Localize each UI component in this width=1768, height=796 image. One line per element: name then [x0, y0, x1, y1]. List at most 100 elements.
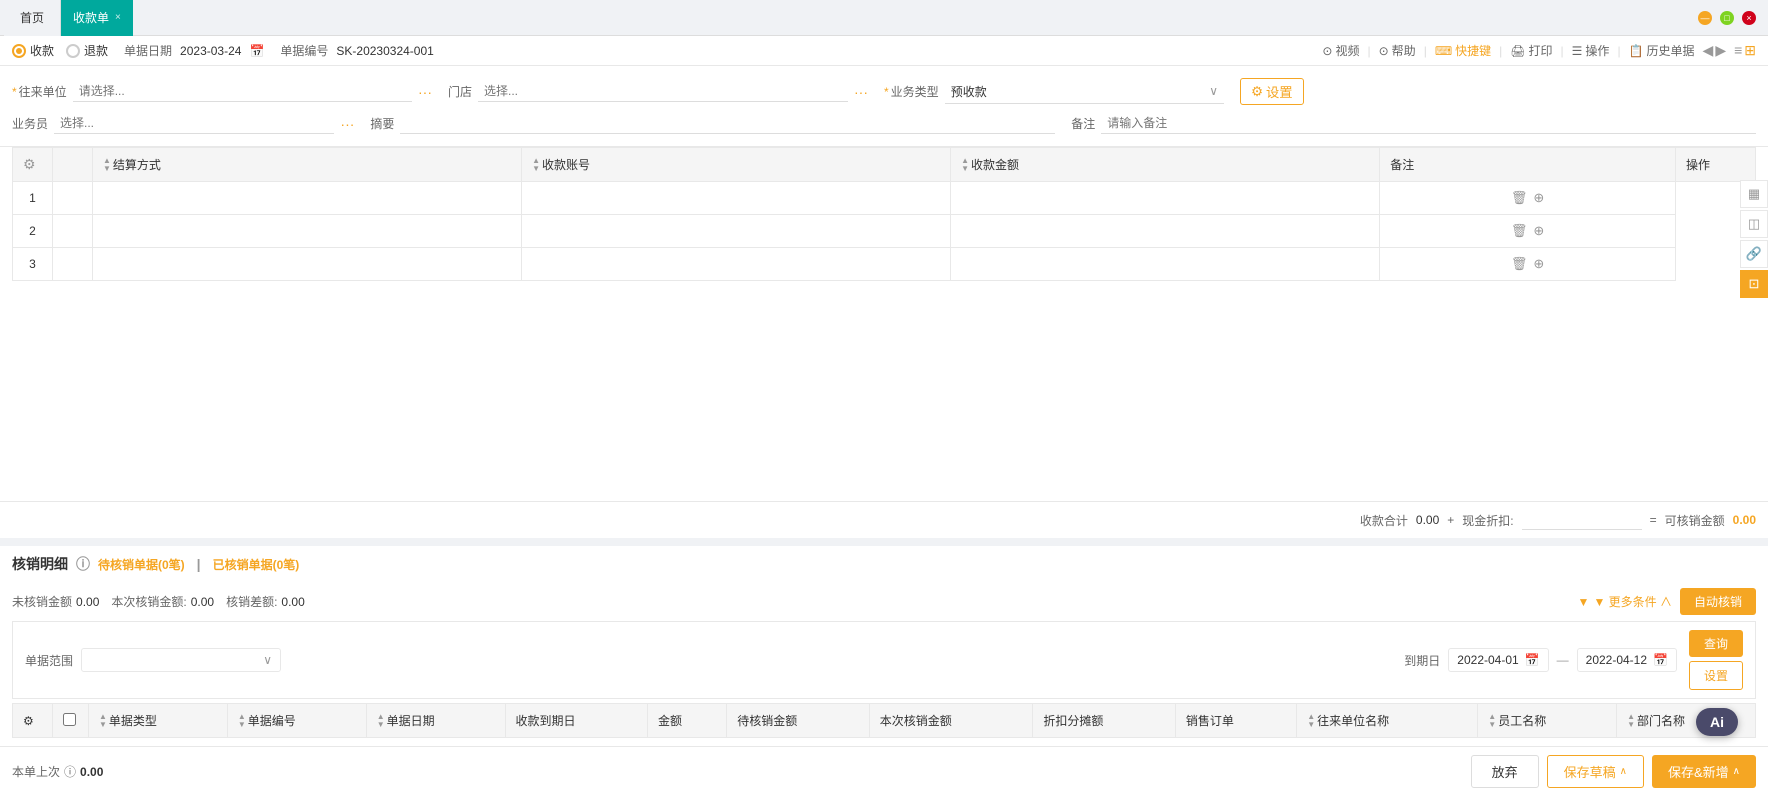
layout-list-icon[interactable]: ≡ [1734, 42, 1742, 59]
row-2-copy-icon[interactable]: ⊕ [1533, 223, 1544, 239]
discount-input[interactable] [1522, 510, 1642, 530]
row-1-amount[interactable] [522, 182, 951, 215]
row-2-settlement[interactable] [53, 215, 93, 248]
row-3-delete-icon[interactable]: 🗑 [1511, 256, 1528, 272]
main-content: 收款 退款 单据日期 2023-03-24 📅 单据编号 SK-20230324… [0, 36, 1768, 796]
table-remarks-header: 备注 [1380, 148, 1676, 182]
sort-counterpart[interactable]: ▲▼ [1307, 713, 1315, 729]
sidebar-link-icon[interactable]: 🔗 [1740, 240, 1768, 268]
detail-gear-header[interactable]: ⚙ [13, 704, 53, 738]
verify-done-tab[interactable]: 已核销单据(0笔) [213, 556, 300, 573]
row-1-remarks[interactable] [951, 182, 1380, 215]
win-close-button[interactable]: × [1742, 11, 1756, 25]
row-1-delete-icon[interactable]: 🗑 [1511, 190, 1528, 206]
row-3-settlement[interactable] [53, 248, 93, 281]
biz-type-select[interactable]: 预收款 ∨ [945, 80, 1224, 104]
select-all-checkbox[interactable] [63, 713, 76, 726]
save-draft-button[interactable]: 保存草稿 ∧ [1547, 755, 1644, 788]
detail-counterpart-header: ▲▼ 往来单位名称 [1297, 704, 1478, 738]
remarks-input[interactable] [1101, 113, 1756, 134]
counterpart-input[interactable] [73, 81, 412, 102]
table-gear-icon[interactable]: ⚙ [23, 156, 36, 172]
staff-input[interactable] [54, 113, 334, 134]
sort-arrows-settlement[interactable]: ▲▼ [103, 157, 111, 173]
date-from-input[interactable]: 2022-04-01 📅 [1448, 648, 1548, 672]
diff-value: 0.00 [281, 595, 304, 609]
form-settings-button[interactable]: ⚙ 设置 [1240, 78, 1304, 105]
store-field: 门店 ··· [448, 81, 868, 102]
verify-tabs: 待核销单据(0笔) | 已核销单据(0笔) [98, 556, 299, 573]
sort-dept[interactable]: ▲▼ [1627, 713, 1635, 729]
ops-button[interactable]: ☰ 操作 [1572, 42, 1610, 59]
print-icon: 🖨 [1510, 44, 1525, 58]
sort-arrows-amount[interactable]: ▲▼ [961, 157, 969, 173]
row-3-account[interactable] [93, 248, 522, 281]
detail-checkbox-header[interactable] [53, 704, 89, 738]
verify-settings-button[interactable]: 设置 [1689, 661, 1743, 690]
row-2-account[interactable] [93, 215, 522, 248]
table-gear-header[interactable]: ⚙ [13, 148, 53, 182]
nav-prev-icon[interactable]: ◀ [1703, 42, 1714, 59]
verify-title-row: 核销明细 ⓘ 待核销单据(0笔) | 已核销单据(0笔) [12, 554, 1756, 574]
more-conditions-button[interactable]: ▼ ▼ 更多条件 ∧ [1578, 593, 1672, 610]
sidebar-doc-icon[interactable]: ◫ [1740, 210, 1768, 238]
sort-date[interactable]: ▲▼ [377, 713, 385, 729]
counterpart-more-icon[interactable]: ··· [418, 84, 432, 100]
query-button[interactable]: 查询 [1689, 630, 1743, 657]
layout-grid-icon[interactable]: ⊞ [1744, 42, 1756, 59]
win-maximize-button[interactable]: □ [1720, 11, 1734, 25]
video-button[interactable]: ⊙ 视频 [1322, 42, 1359, 59]
date-from-calendar-icon[interactable]: 📅 [1525, 653, 1540, 667]
row-2-amount[interactable] [522, 215, 951, 248]
form-section: 往来单位 ··· 门店 ··· 业务类型 预收款 ∨ ⚙ 设置 [0, 66, 1768, 147]
sort-arrows-account[interactable]: ▲▼ [532, 157, 540, 173]
row-1-account[interactable] [93, 182, 522, 215]
ai-label: Ai [1710, 714, 1724, 730]
history-button[interactable]: 📋 历史单据 [1629, 42, 1695, 59]
plus-sign: + [1447, 513, 1454, 527]
detail-gear-icon[interactable]: ⚙ [23, 714, 34, 728]
save-new-button[interactable]: 保存&新增 ∧ [1652, 755, 1756, 788]
row-2-delete-icon[interactable]: 🗑 [1511, 223, 1528, 239]
win-minimize-button[interactable]: — [1698, 11, 1712, 25]
sidebar-expand-icon[interactable]: ⊡ [1740, 270, 1768, 298]
radio-refund[interactable]: 退款 [66, 42, 108, 59]
abandon-button[interactable]: 放弃 [1471, 755, 1539, 788]
remarks-field: 备注 [1071, 113, 1756, 134]
bottom-info-icon[interactable]: ⓘ [64, 763, 76, 780]
date-to-input[interactable]: 2022-04-12 📅 [1577, 648, 1677, 672]
row-3-copy-icon[interactable]: ⊕ [1533, 256, 1544, 272]
calendar-icon[interactable]: 📅 [249, 44, 264, 58]
sort-num[interactable]: ▲▼ [238, 713, 246, 729]
summary-input[interactable] [400, 113, 1055, 134]
verify-pending-tab[interactable]: 待核销单据(0笔) [98, 556, 185, 573]
tab-receipt[interactable]: 收款单 × [61, 0, 133, 36]
sort-type[interactable]: ▲▼ [99, 713, 107, 729]
tab-close-icon[interactable]: × [115, 12, 121, 23]
range-select[interactable]: ∨ [81, 648, 281, 672]
draft-arrow-icon: ∧ [1620, 766, 1627, 777]
detail-pending-header: 待核销金额 [727, 704, 870, 738]
row-1-copy-icon[interactable]: ⊕ [1533, 190, 1544, 206]
radio-receipt[interactable]: 收款 [12, 42, 54, 59]
sidebar-table-icon[interactable]: ▦ [1740, 180, 1768, 208]
tab-home[interactable]: 首页 [4, 0, 61, 36]
help-button[interactable]: ⊙ 帮助 [1379, 42, 1416, 59]
nav-next-icon[interactable]: ▶ [1715, 42, 1726, 59]
window-controls: — □ × [1698, 11, 1764, 25]
date-to-calendar-icon[interactable]: 📅 [1653, 653, 1668, 667]
verify-info-icon[interactable]: ⓘ [76, 554, 90, 574]
sort-staff[interactable]: ▲▼ [1488, 713, 1496, 729]
print-button[interactable]: 🖨 打印 [1510, 42, 1552, 59]
store-more-icon[interactable]: ··· [854, 84, 868, 100]
store-input[interactable] [478, 81, 848, 102]
row-2-remarks[interactable] [951, 215, 1380, 248]
ai-button[interactable]: Ai [1696, 708, 1738, 736]
row-3-amount[interactable] [522, 248, 951, 281]
auto-verify-button[interactable]: 自动核销 [1680, 588, 1756, 615]
gear-settings-icon: ⚙ [1251, 84, 1263, 100]
staff-more-icon[interactable]: ··· [340, 116, 354, 132]
row-1-settlement[interactable] [53, 182, 93, 215]
row-3-remarks[interactable] [951, 248, 1380, 281]
shortcut-button[interactable]: ⌨ 快捷键 [1435, 42, 1491, 59]
